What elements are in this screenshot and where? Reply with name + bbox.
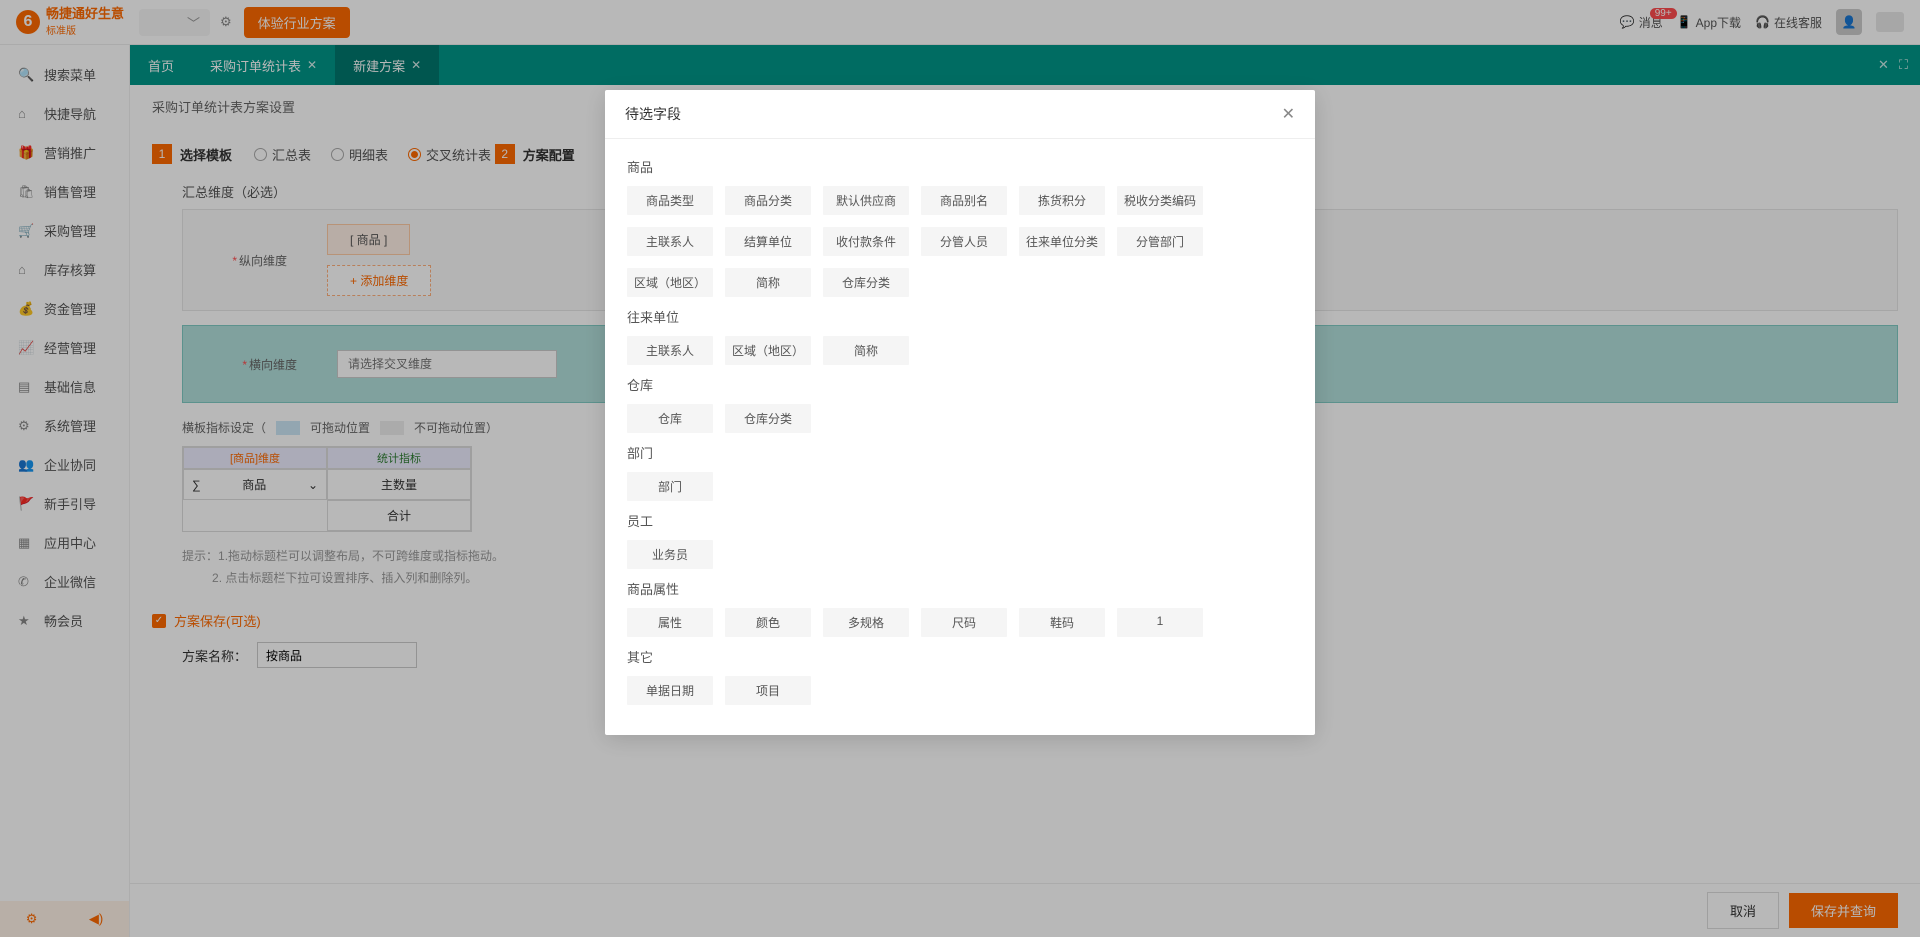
modal-header: 待选字段 ✕ <box>605 90 1315 139</box>
field-group-title: 员工 <box>627 511 1293 530</box>
field-group-title: 往来单位 <box>627 307 1293 326</box>
field-chip[interactable]: 收付款条件 <box>823 227 909 256</box>
field-group: 仓库仓库仓库分类 <box>627 375 1293 433</box>
field-chip[interactable]: 区域（地区） <box>725 336 811 365</box>
field-chip[interactable]: 颜色 <box>725 608 811 637</box>
field-chip[interactable]: 项目 <box>725 676 811 705</box>
field-group: 商品属性属性颜色多规格尺码鞋码 1 <box>627 579 1293 637</box>
field-group-title: 仓库 <box>627 375 1293 394</box>
field-chip[interactable]: 1 <box>1117 608 1203 637</box>
field-chip[interactable]: 主联系人 <box>627 227 713 256</box>
field-chip-list: 商品类型商品分类默认供应商商品别名拣货积分税收分类编码主联系人结算单位收付款条件… <box>627 186 1293 297</box>
modal-mask[interactable]: 待选字段 ✕ 商品商品类型商品分类默认供应商商品别名拣货积分税收分类编码主联系人… <box>0 0 1920 937</box>
field-chip[interactable]: 商品别名 <box>921 186 1007 215</box>
field-group: 商品商品类型商品分类默认供应商商品别名拣货积分税收分类编码主联系人结算单位收付款… <box>627 157 1293 297</box>
close-icon[interactable]: ✕ <box>1282 104 1295 124</box>
field-chip[interactable]: 结算单位 <box>725 227 811 256</box>
field-chip[interactable]: 主联系人 <box>627 336 713 365</box>
field-group: 往来单位主联系人区域（地区） 简称 <box>627 307 1293 365</box>
field-chip[interactable]: 分管人员 <box>921 227 1007 256</box>
field-chip-list: 主联系人区域（地区） 简称 <box>627 336 1293 365</box>
field-group: 员工业务员 <box>627 511 1293 569</box>
field-chip[interactable]: 仓库分类 <box>725 404 811 433</box>
field-chip[interactable]: 业务员 <box>627 540 713 569</box>
field-chip[interactable]: 鞋码 <box>1019 608 1105 637</box>
field-chip[interactable]: 税收分类编码 <box>1117 186 1203 215</box>
field-group-title: 其它 <box>627 647 1293 666</box>
field-group-title: 商品属性 <box>627 579 1293 598</box>
field-chip[interactable]: 默认供应商 <box>823 186 909 215</box>
field-chip[interactable]: 尺码 <box>921 608 1007 637</box>
field-chip[interactable]: 商品类型 <box>627 186 713 215</box>
field-chip-list: 仓库仓库分类 <box>627 404 1293 433</box>
field-chip[interactable]: 仓库 <box>627 404 713 433</box>
field-chip-list: 业务员 <box>627 540 1293 569</box>
field-chip[interactable]: 区域（地区） <box>627 268 713 297</box>
field-chip[interactable]: 部门 <box>627 472 713 501</box>
field-chip-list: 属性颜色多规格尺码鞋码 1 <box>627 608 1293 637</box>
field-group-title: 部门 <box>627 443 1293 462</box>
field-chip[interactable]: 简称 <box>823 336 909 365</box>
modal-title: 待选字段 <box>625 104 681 124</box>
field-picker-modal: 待选字段 ✕ 商品商品类型商品分类默认供应商商品别名拣货积分税收分类编码主联系人… <box>605 90 1315 735</box>
field-chip-list: 单据日期项目 <box>627 676 1293 705</box>
field-chip[interactable]: 属性 <box>627 608 713 637</box>
field-chip[interactable]: 仓库分类 <box>823 268 909 297</box>
field-chip[interactable]: 商品分类 <box>725 186 811 215</box>
field-chip-list: 部门 <box>627 472 1293 501</box>
field-chip[interactable]: 拣货积分 <box>1019 186 1105 215</box>
field-chip[interactable]: 简称 <box>725 268 811 297</box>
field-chip[interactable]: 往来单位分类 <box>1019 227 1105 256</box>
field-chip[interactable]: 单据日期 <box>627 676 713 705</box>
field-group: 其它单据日期项目 <box>627 647 1293 705</box>
field-group: 部门部门 <box>627 443 1293 501</box>
modal-body: 商品商品类型商品分类默认供应商商品别名拣货积分税收分类编码主联系人结算单位收付款… <box>605 139 1315 735</box>
field-group-title: 商品 <box>627 157 1293 176</box>
field-chip[interactable]: 分管部门 <box>1117 227 1203 256</box>
field-chip[interactable]: 多规格 <box>823 608 909 637</box>
